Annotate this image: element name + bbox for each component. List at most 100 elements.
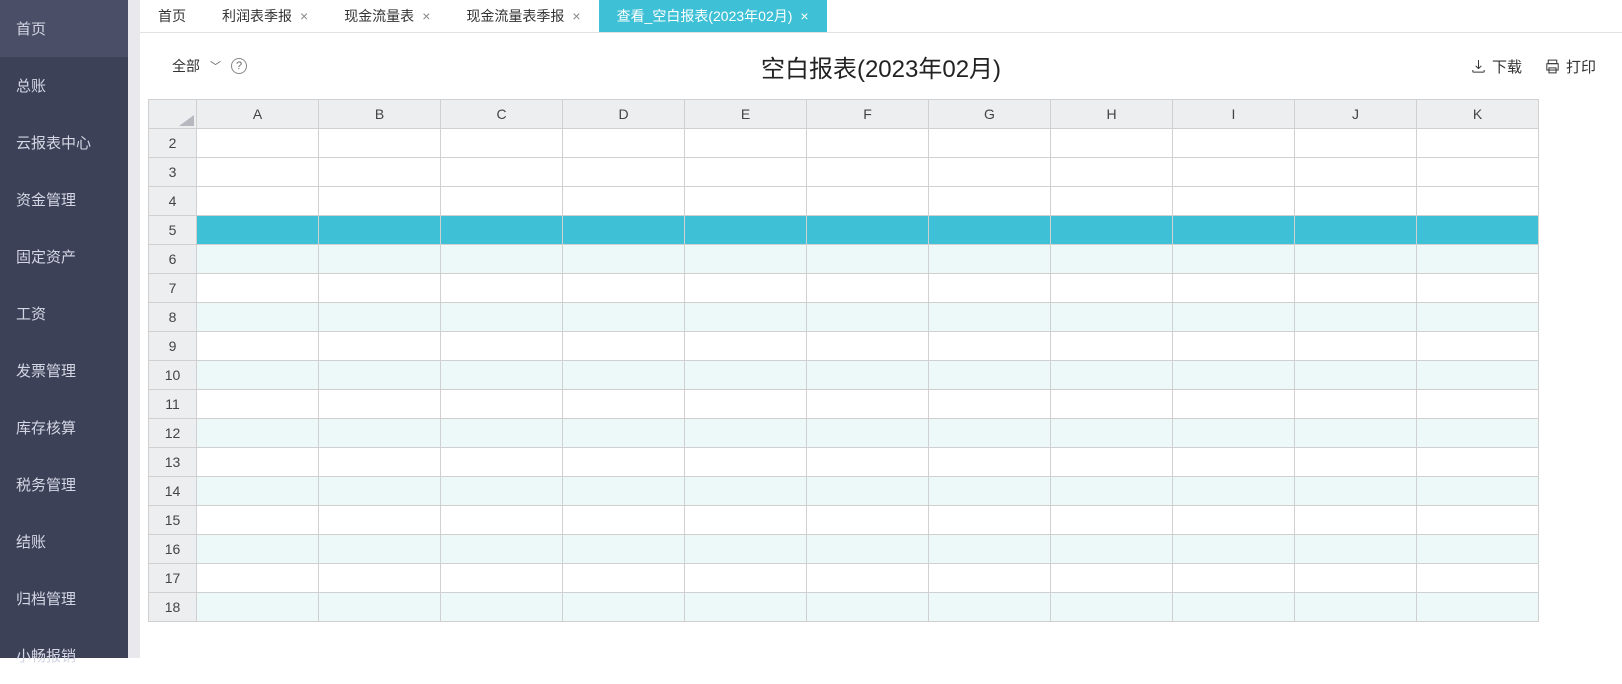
sheet-corner[interactable] [149,100,197,129]
cell[interactable] [685,245,807,274]
cell[interactable] [319,274,441,303]
cell[interactable] [1417,593,1539,622]
cell[interactable] [1295,506,1417,535]
column-header[interactable]: F [807,100,929,129]
close-icon[interactable]: × [300,8,308,24]
tab-0[interactable]: 首页 [140,0,204,32]
cell[interactable] [441,535,563,564]
cell[interactable] [563,477,685,506]
cell[interactable] [197,274,319,303]
cell[interactable] [1051,564,1173,593]
cell[interactable] [319,245,441,274]
row-header[interactable]: 5 [149,216,197,245]
tab-1[interactable]: 利润表季报× [204,0,326,32]
cell[interactable] [319,303,441,332]
cell[interactable] [197,216,319,245]
cell[interactable] [319,158,441,187]
sidebar-item-expense[interactable]: 小畅报销 [0,627,128,684]
cell[interactable] [807,564,929,593]
cell[interactable] [563,129,685,158]
cell[interactable] [685,332,807,361]
cell[interactable] [319,477,441,506]
cell[interactable] [1295,361,1417,390]
cell[interactable] [929,187,1051,216]
cell[interactable] [807,535,929,564]
cell[interactable] [563,419,685,448]
cell[interactable] [1051,332,1173,361]
cell[interactable] [1295,187,1417,216]
cell[interactable] [319,506,441,535]
cell[interactable] [929,564,1051,593]
cell[interactable] [929,303,1051,332]
cell[interactable] [685,419,807,448]
cell[interactable] [1295,564,1417,593]
filter-dropdown[interactable]: 全部 [172,56,200,76]
cell[interactable] [441,448,563,477]
cell[interactable] [1417,477,1539,506]
help-icon[interactable]: ? [231,58,247,74]
cell[interactable] [319,390,441,419]
cell[interactable] [1295,477,1417,506]
cell[interactable] [1173,187,1295,216]
cell[interactable] [1295,129,1417,158]
cell[interactable] [441,419,563,448]
cell[interactable] [1051,129,1173,158]
column-header[interactable]: D [563,100,685,129]
cell[interactable] [441,564,563,593]
cell[interactable] [441,245,563,274]
cell[interactable] [197,593,319,622]
column-header[interactable]: H [1051,100,1173,129]
cell[interactable] [1417,564,1539,593]
cell[interactable] [1417,245,1539,274]
print-button[interactable]: 打印 [1544,56,1596,77]
cell[interactable] [929,390,1051,419]
cell[interactable] [197,303,319,332]
cell[interactable] [563,448,685,477]
cell[interactable] [1295,390,1417,419]
sidebar-item-closing[interactable]: 结账 [0,513,128,570]
cell[interactable] [685,448,807,477]
row-header[interactable]: 2 [149,129,197,158]
cell[interactable] [1295,419,1417,448]
cell[interactable] [685,593,807,622]
cell[interactable] [1051,361,1173,390]
cell[interactable] [807,187,929,216]
cell[interactable] [1417,303,1539,332]
cell[interactable] [1173,274,1295,303]
cell[interactable] [197,361,319,390]
cell[interactable] [1417,187,1539,216]
cell[interactable] [319,419,441,448]
cell[interactable] [1417,535,1539,564]
cell[interactable] [807,419,929,448]
cell[interactable] [1051,448,1173,477]
cell[interactable] [1173,477,1295,506]
row-header[interactable]: 11 [149,390,197,419]
cell[interactable] [1051,535,1173,564]
cell[interactable] [929,448,1051,477]
cell[interactable] [807,274,929,303]
cell[interactable] [1295,274,1417,303]
row-header[interactable]: 8 [149,303,197,332]
cell[interactable] [1295,593,1417,622]
sidebar-item-inventory[interactable]: 库存核算 [0,399,128,456]
cell[interactable] [1295,216,1417,245]
row-header[interactable]: 17 [149,564,197,593]
cell[interactable] [1295,158,1417,187]
sidebar-item-ledger[interactable]: 总账 [0,57,128,114]
cell[interactable] [1173,361,1295,390]
spreadsheet-area[interactable]: ABCDEFGHIJK 23456789101112131415161718 [140,99,1622,658]
column-header[interactable]: B [319,100,441,129]
cell[interactable] [319,129,441,158]
row-header[interactable]: 14 [149,477,197,506]
cell[interactable] [319,332,441,361]
cell[interactable] [1173,564,1295,593]
cell[interactable] [563,303,685,332]
tab-2[interactable]: 现金流量表× [326,0,448,32]
tab-4[interactable]: 查看_空白报表(2023年02月)× [599,0,827,32]
sidebar-item-cloud-report[interactable]: 云报表中心 [0,114,128,171]
cell[interactable] [685,535,807,564]
cell[interactable] [197,332,319,361]
cell[interactable] [1173,419,1295,448]
cell[interactable] [563,332,685,361]
chevron-down-icon[interactable]: ﹀ [210,58,221,74]
